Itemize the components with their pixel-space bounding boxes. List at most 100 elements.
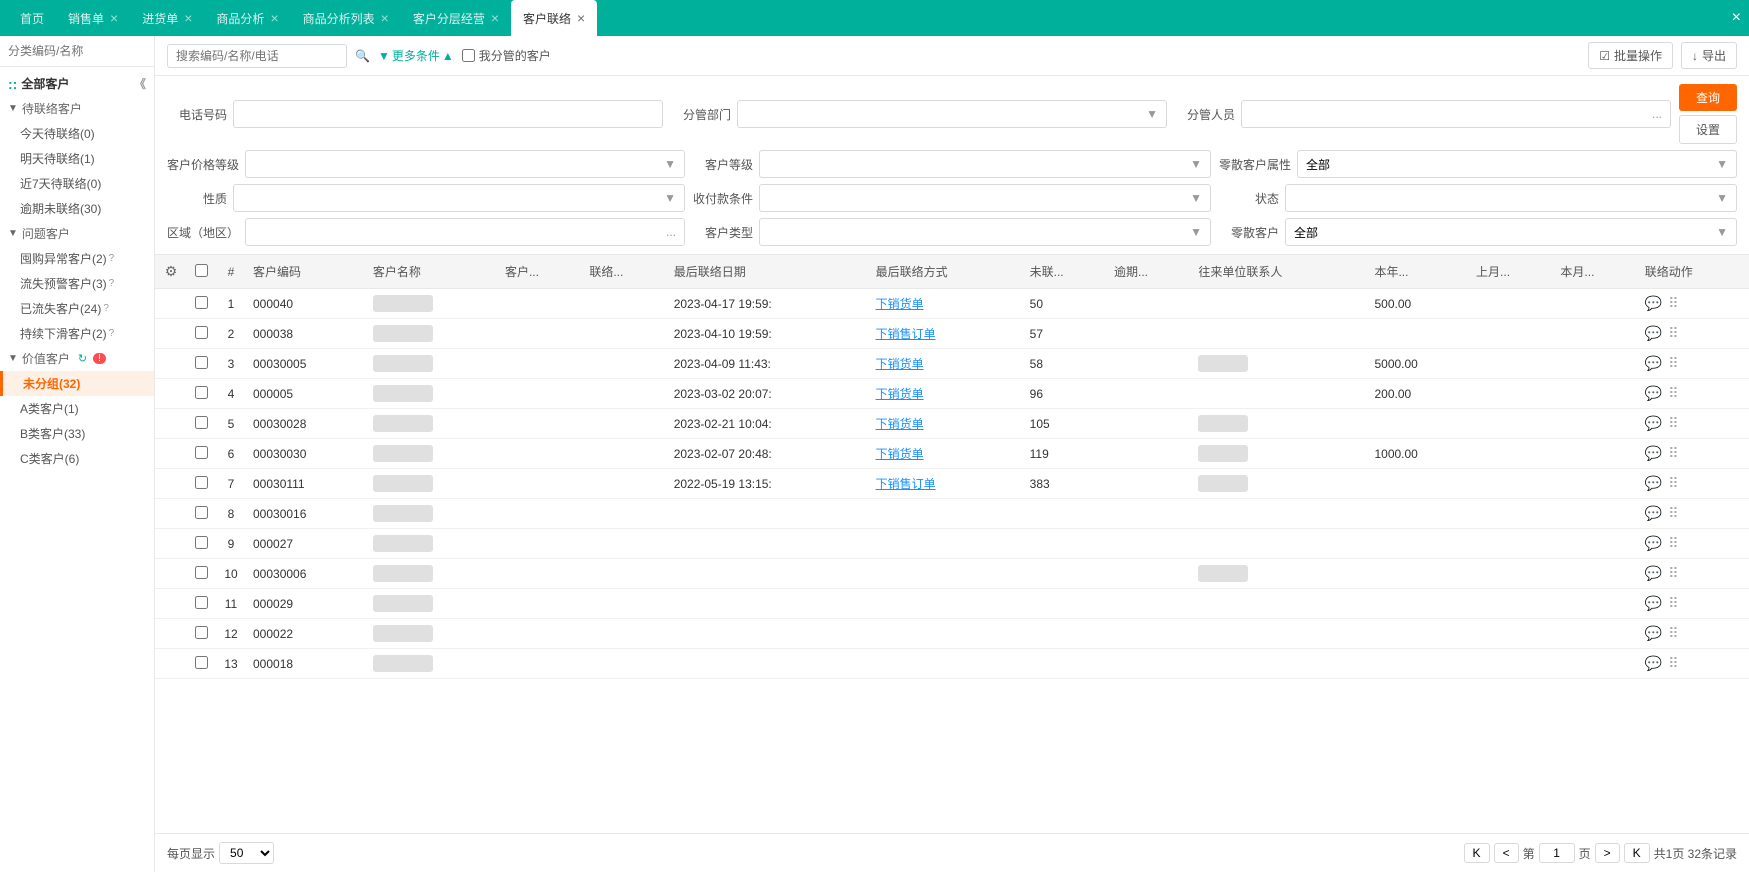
prev-page-button[interactable]: < bbox=[1494, 843, 1519, 863]
my-customers-checkbox[interactable] bbox=[462, 49, 475, 62]
contact-icon[interactable]: 💬 bbox=[1645, 475, 1662, 492]
method-link[interactable]: 下销售订单 bbox=[876, 477, 936, 491]
more-icon[interactable]: ⠿ bbox=[1668, 445, 1678, 462]
more-icon[interactable]: ⠿ bbox=[1668, 415, 1678, 432]
row-checkbox[interactable] bbox=[195, 296, 208, 309]
row-checkbox[interactable] bbox=[195, 476, 208, 489]
row-checkbox[interactable] bbox=[195, 566, 208, 579]
sidebar-search-input[interactable] bbox=[8, 44, 155, 58]
method-link[interactable]: 下销货单 bbox=[876, 357, 924, 371]
nature-select[interactable]: ▼ bbox=[233, 184, 685, 212]
tab-product-analysis[interactable]: 商品分析 × bbox=[204, 0, 290, 36]
customer-type-select[interactable]: ▼ bbox=[759, 218, 1211, 246]
row-checkbox[interactable] bbox=[195, 386, 208, 399]
more-icon[interactable]: ⠿ bbox=[1668, 325, 1678, 342]
region-select[interactable]: ... bbox=[245, 218, 685, 246]
page-input[interactable] bbox=[1539, 843, 1575, 863]
close-all-tabs[interactable]: × bbox=[1732, 9, 1741, 27]
method-link[interactable]: 下销货单 bbox=[876, 387, 924, 401]
value-refresh-icon[interactable]: ↻ bbox=[78, 352, 87, 365]
status-select[interactable]: ▼ bbox=[1285, 184, 1737, 212]
sidebar-item-c-class[interactable]: C类客户(6) bbox=[0, 446, 154, 471]
row-checkbox[interactable] bbox=[195, 536, 208, 549]
contact-icon[interactable]: 💬 bbox=[1645, 625, 1662, 642]
row-checkbox[interactable] bbox=[195, 326, 208, 339]
zero-attr-select[interactable]: 全部▼ bbox=[1297, 150, 1737, 178]
more-icon[interactable]: ⠿ bbox=[1668, 595, 1678, 612]
row-checkbox[interactable] bbox=[195, 596, 208, 609]
last-page-button[interactable]: K bbox=[1624, 843, 1650, 863]
dept-select[interactable]: ▼ bbox=[737, 100, 1167, 128]
more-icon[interactable]: ⠿ bbox=[1668, 505, 1678, 522]
more-icon[interactable]: ⠿ bbox=[1668, 565, 1678, 582]
settings-icon[interactable]: ⚙ bbox=[165, 263, 178, 279]
tab-purchase[interactable]: 进货单 × bbox=[130, 0, 204, 36]
batch-op-button[interactable]: ☑ 批量操作 bbox=[1588, 42, 1673, 69]
all-customers-header[interactable]: :: 全部客户 《 bbox=[0, 67, 154, 96]
tab-sales[interactable]: 销售单 × bbox=[56, 0, 130, 36]
sidebar-item-abnormal[interactable]: 囤购异常客户(2) ? bbox=[0, 246, 154, 271]
sidebar-item-overdue-pending[interactable]: 逾期未联络(30) bbox=[0, 196, 154, 221]
close-sales-tab[interactable]: × bbox=[110, 10, 118, 26]
contact-icon[interactable]: 💬 bbox=[1645, 565, 1662, 582]
sidebar-item-lost[interactable]: 已流失客户(24) ? bbox=[0, 296, 154, 321]
row-checkbox[interactable] bbox=[195, 356, 208, 369]
tab-customer-contact[interactable]: 客户联络 × bbox=[511, 0, 597, 36]
method-link[interactable]: 下销货单 bbox=[876, 297, 924, 311]
more-icon[interactable]: ⠿ bbox=[1668, 355, 1678, 372]
problem-group-title[interactable]: ▼ 问题客户 bbox=[0, 221, 154, 246]
more-conditions-button[interactable]: ▼ 更多条件 ▲ bbox=[378, 47, 454, 64]
more-icon[interactable]: ⠿ bbox=[1668, 475, 1678, 492]
row-checkbox[interactable] bbox=[195, 656, 208, 669]
price-level-select[interactable]: ▼ bbox=[245, 150, 685, 178]
contact-icon[interactable]: 💬 bbox=[1645, 655, 1662, 672]
contact-icon[interactable]: 💬 bbox=[1645, 595, 1662, 612]
first-page-button[interactable]: K bbox=[1464, 843, 1490, 863]
row-checkbox[interactable] bbox=[195, 506, 208, 519]
contact-icon[interactable]: 💬 bbox=[1645, 505, 1662, 522]
contact-icon[interactable]: 💬 bbox=[1645, 445, 1662, 462]
method-link[interactable]: 下销货单 bbox=[876, 447, 924, 461]
close-product-analysis-tab[interactable]: × bbox=[270, 10, 278, 26]
more-icon[interactable]: ⠿ bbox=[1668, 385, 1678, 402]
sidebar-item-a-class[interactable]: A类客户(1) bbox=[0, 396, 154, 421]
contact-icon[interactable]: 💬 bbox=[1645, 415, 1662, 432]
tab-home[interactable]: 首页 bbox=[8, 0, 56, 36]
row-checkbox[interactable] bbox=[195, 626, 208, 639]
close-product-analysis-list-tab[interactable]: × bbox=[381, 10, 389, 26]
export-button[interactable]: ↓ 导出 bbox=[1681, 42, 1737, 69]
more-icon[interactable]: ⠿ bbox=[1668, 655, 1678, 672]
value-group-title[interactable]: ▼ 价值客户 ↻ ! bbox=[0, 346, 154, 371]
contact-icon[interactable]: 💬 bbox=[1645, 535, 1662, 552]
sidebar-item-declining[interactable]: 持续下滑客户(2) ? bbox=[0, 321, 154, 346]
contact-icon[interactable]: 💬 bbox=[1645, 325, 1662, 342]
tab-customer-segment[interactable]: 客户分层经营 × bbox=[401, 0, 511, 36]
search-action-button[interactable]: 查询 bbox=[1679, 84, 1737, 111]
sidebar-item-today-pending[interactable]: 今天待联络(0) bbox=[0, 121, 154, 146]
contact-icon[interactable]: 💬 bbox=[1645, 385, 1662, 402]
sidebar-item-ungroup[interactable]: 未分组(32) bbox=[0, 371, 154, 396]
sidebar-item-7days-pending[interactable]: 近7天待联络(0) bbox=[0, 171, 154, 196]
sidebar-item-tomorrow-pending[interactable]: 明天待联络(1) bbox=[0, 146, 154, 171]
tab-product-analysis-list[interactable]: 商品分析列表 × bbox=[291, 0, 401, 36]
more-icon[interactable]: ⠿ bbox=[1668, 625, 1678, 642]
close-purchase-tab[interactable]: × bbox=[184, 10, 192, 26]
sidebar-item-lostwarning[interactable]: 流失预警客户(3) ? bbox=[0, 271, 154, 296]
method-link[interactable]: 下销货单 bbox=[876, 417, 924, 431]
zero-customer-select[interactable]: 全部▼ bbox=[1285, 218, 1737, 246]
more-icon[interactable]: ⠿ bbox=[1668, 535, 1678, 552]
collapse-icon[interactable]: 《 bbox=[134, 75, 146, 92]
search-button[interactable]: 🔍 bbox=[355, 49, 370, 63]
close-customer-segment-tab[interactable]: × bbox=[491, 10, 499, 26]
page-size-select[interactable]: 50 20 100 bbox=[219, 842, 274, 864]
contact-icon[interactable]: 💬 bbox=[1645, 295, 1662, 312]
next-page-button[interactable]: > bbox=[1595, 843, 1620, 863]
search-input[interactable] bbox=[167, 44, 347, 68]
person-select[interactable]: ... bbox=[1241, 100, 1671, 128]
reset-action-button[interactable]: 设置 bbox=[1679, 115, 1737, 144]
phone-input[interactable] bbox=[233, 100, 663, 128]
close-customer-contact-tab[interactable]: × bbox=[577, 10, 585, 26]
select-all-checkbox[interactable] bbox=[195, 264, 208, 277]
row-checkbox[interactable] bbox=[195, 446, 208, 459]
payment-select[interactable]: ▼ bbox=[759, 184, 1211, 212]
